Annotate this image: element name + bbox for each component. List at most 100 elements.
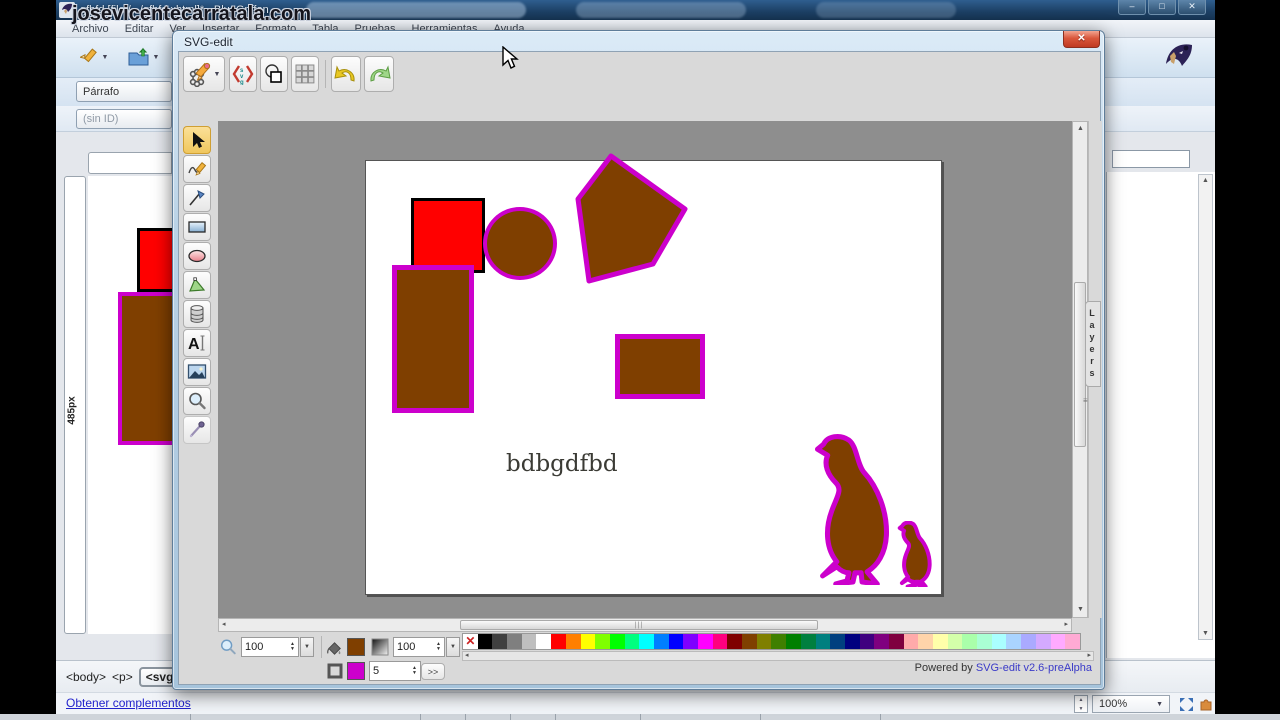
palette-swatch[interactable] [683,634,698,649]
scroll-up-icon[interactable]: ▲ [1077,123,1084,135]
right-panel-scrollbar[interactable]: ▲ ▼ [1198,174,1213,640]
palette-swatch[interactable] [903,634,919,649]
more-options-button[interactable]: >> [421,663,445,680]
palette-swatch[interactable] [991,634,1007,649]
shape-pentagon[interactable] [566,151,701,291]
palette-swatch[interactable] [1021,634,1036,649]
palette-swatch[interactable] [756,634,772,649]
palette-swatch[interactable] [1050,634,1066,649]
shape-large-bird[interactable] [814,433,896,585]
tool-freehand[interactable] [183,155,211,183]
shape-library-button[interactable] [260,56,288,92]
fill-bucket-icon[interactable] [326,639,344,657]
stroke-color-swatch[interactable] [347,662,365,680]
zoom-stepper[interactable]: ▲ ▼ [1074,695,1088,713]
scroll-left-icon[interactable]: ◂ [222,619,226,631]
palette-swatch[interactable] [536,634,552,649]
scroll-right-icon[interactable]: ▸ [1087,650,1091,662]
scroll-right-icon[interactable]: ▸ [1064,619,1068,631]
palette-swatch[interactable] [521,634,537,649]
layers-panel-tab[interactable]: Layers [1085,301,1101,387]
palette-swatch[interactable] [918,634,933,649]
open-file-button[interactable]: ▼ [122,43,164,71]
palette-swatch[interactable] [859,634,875,649]
fill-color-swatch[interactable] [347,638,365,656]
svgedit-version-link[interactable]: SVG-edit v2.6-preAlpha [976,662,1092,674]
stroke-icon[interactable] [326,662,344,680]
redo-button[interactable] [364,56,394,92]
palette-swatch[interactable] [742,634,757,649]
layers-grip-icon[interactable]: ≡ [1083,396,1088,405]
maximize-button[interactable]: □ [1148,0,1176,15]
scroll-up-icon[interactable]: ▲ [1199,177,1212,184]
doc-brown-rectangle[interactable] [118,292,176,445]
shape-small-bird[interactable] [897,521,935,587]
tool-image[interactable] [183,358,211,386]
stepper-up-icon[interactable]: ▲ [1075,696,1087,705]
shape-brown-circle[interactable] [483,207,557,280]
scroll-down-icon[interactable]: ▼ [1077,604,1084,616]
fullscreen-icon[interactable] [1178,696,1195,713]
edit-pencil-button[interactable]: ▼ [76,43,112,71]
svg-canvas-page[interactable]: bdbgdfbd [365,153,942,595]
tool-text[interactable]: A [183,329,211,357]
tool-ellipse[interactable] [183,242,211,270]
horizontal-scroll-thumb[interactable]: ||| [460,620,818,630]
tool-eyedropper[interactable] [183,416,211,444]
opacity-gradient-icon[interactable] [371,638,389,656]
grid-button[interactable] [291,56,319,92]
zoom-dropdown-button[interactable]: ▼ [300,637,314,657]
palette-swatch[interactable] [888,634,904,649]
addons-link[interactable]: Obtener complementos [66,696,191,710]
palette-swatch[interactable] [933,634,948,649]
palette-swatch[interactable] [492,634,508,649]
palette-swatch[interactable] [786,634,801,649]
palette-swatch[interactable] [1006,634,1022,649]
tool-line[interactable] [183,184,211,212]
palette-swatch[interactable] [947,634,963,649]
palette-swatch[interactable] [551,634,566,649]
palette-swatch[interactable] [800,634,816,649]
zoom-select[interactable]: 100% ▼ [1092,695,1170,713]
palette-swatch[interactable] [477,634,493,649]
main-menu-button[interactable]: ▼ [183,56,225,92]
palette-scrollbar[interactable]: ◂ ▸ [462,651,1094,661]
stroke-width-input[interactable]: 5 ▲ ▼ [369,661,421,681]
tool-rectangle[interactable] [183,213,211,241]
palette-swatch[interactable] [1035,634,1051,649]
scroll-down-icon[interactable]: ▼ [1199,630,1212,637]
palette-swatch[interactable] [844,634,860,649]
doc-red-rectangle[interactable] [137,228,176,292]
scroll-left-icon[interactable]: ◂ [465,650,469,662]
palette-swatch[interactable] [977,634,992,649]
palette-swatch[interactable] [830,634,845,649]
canvas-text[interactable]: bdbgdfbd [506,451,618,477]
palette-swatch[interactable] [624,634,640,649]
puzzle-piece-icon[interactable] [1198,696,1215,713]
palette-swatch[interactable] [595,634,610,649]
palette-swatch[interactable] [639,634,654,649]
palette-swatch[interactable] [815,634,831,649]
svg-workspace[interactable]: bdbgdfbd [218,121,1072,618]
shape-tall-brown-rectangle[interactable] [392,265,474,413]
breadcrumb-p[interactable]: <p> [112,670,133,684]
palette-swatch[interactable] [565,634,581,649]
tool-zoom[interactable] [183,387,211,415]
document-canvas[interactable] [88,176,176,634]
palette-swatch[interactable] [507,634,522,649]
right-text-field[interactable] [1112,150,1190,168]
palette-swatch[interactable] [727,634,743,649]
canvas-zoom-input[interactable]: 100 ▲ ▼ [241,637,299,657]
element-id-select[interactable]: (sin ID) [76,109,172,129]
opacity-input[interactable]: 100 ▲ ▼ [393,637,445,657]
tool-select[interactable] [183,126,211,154]
undo-button[interactable] [331,56,361,92]
close-button[interactable]: ✕ [1178,0,1206,15]
source-editor-button[interactable]: s v g [229,56,257,92]
canvas-horizontal-scrollbar[interactable]: ◂ ||| ▸ [218,618,1072,632]
palette-swatch[interactable] [962,634,978,649]
stepper-arrows-icon[interactable]: ▲ ▼ [412,666,417,676]
minimize-button[interactable]: – [1118,0,1146,15]
palette-swatch[interactable] [712,634,728,649]
shape-red-rectangle[interactable] [411,198,485,273]
